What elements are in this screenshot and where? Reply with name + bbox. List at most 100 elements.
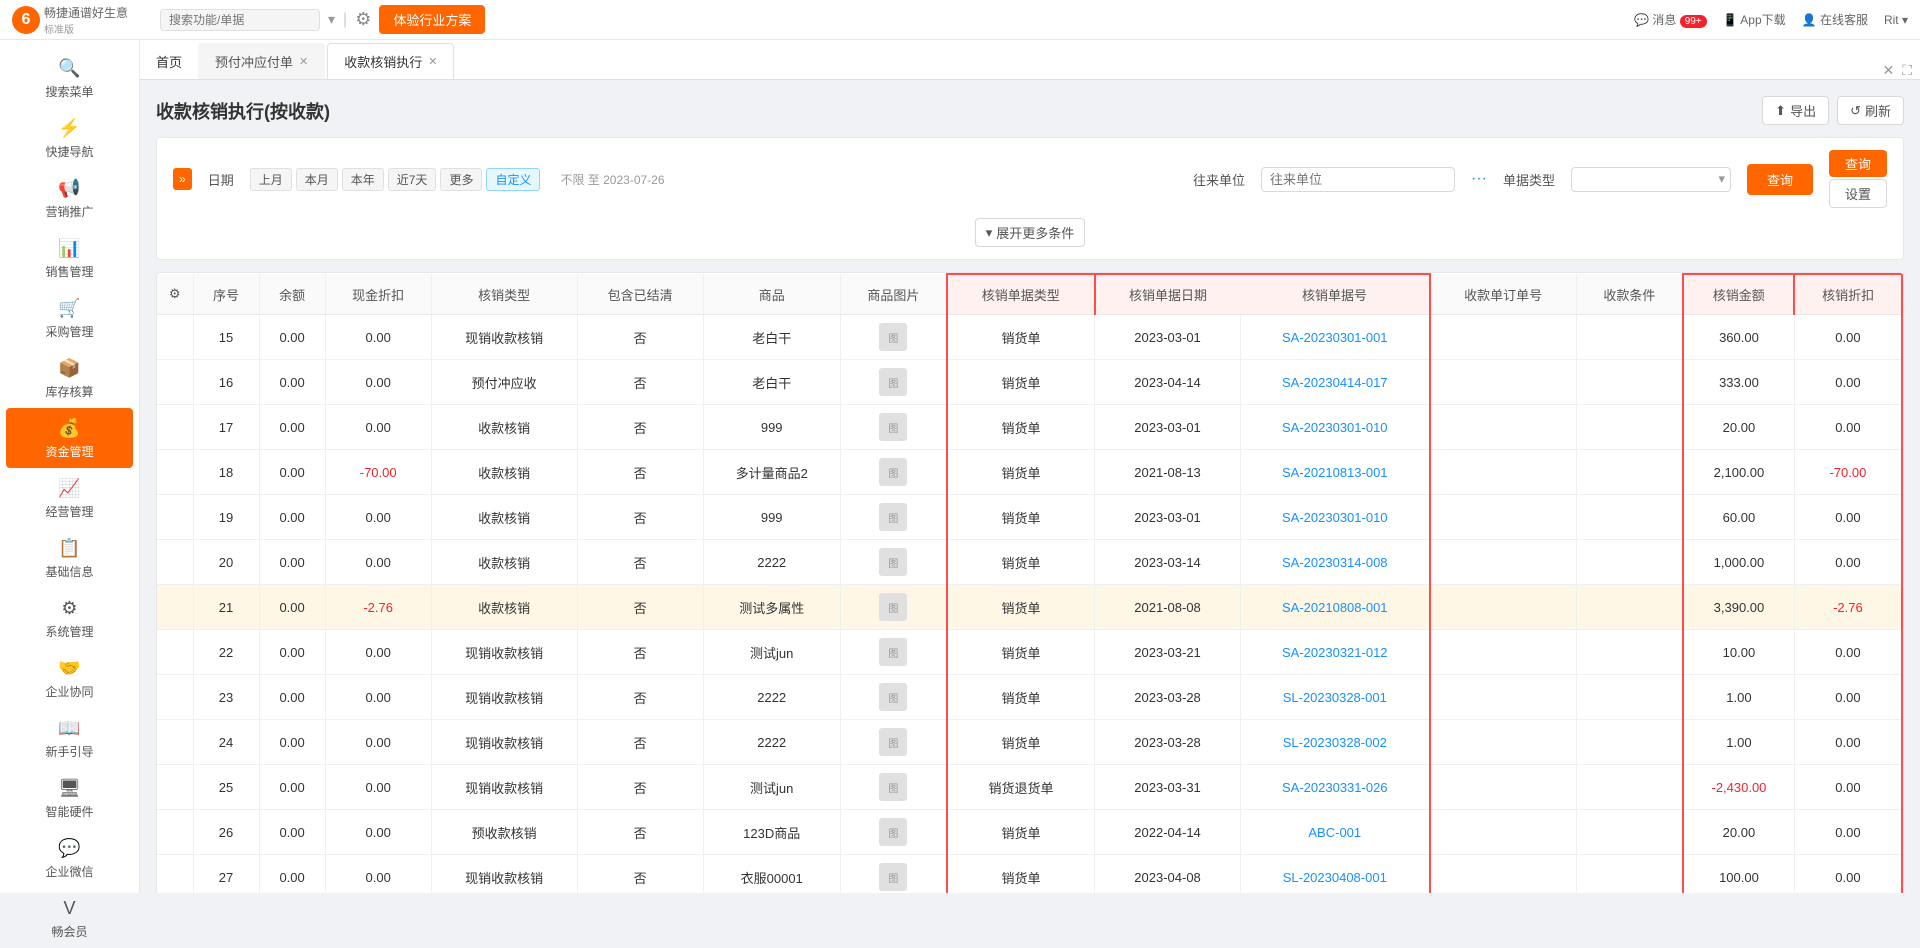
date-btn-7days[interactable]: 近7天 [388,168,437,191]
message-label: 消息 [1652,13,1676,27]
row-bill-no[interactable]: SA-20230331-026 [1241,765,1430,810]
wechat-icon: 💬 [58,838,80,859]
row-verify-amount: 360.00 [1683,315,1794,360]
sidebar-label-system: 系统管理 [45,623,93,640]
row-balance: 0.00 [259,630,325,675]
row-bill-no[interactable]: ABC-001 [1241,810,1430,855]
row-select-cell [157,495,193,540]
user-menu[interactable]: Rit ▾ [1884,13,1908,27]
row-settled: 否 [577,360,703,405]
settings-icon[interactable]: ⚙ [355,9,371,30]
filter-collapse-btn[interactable]: » [173,168,192,190]
sidebar-item-guide[interactable]: 📖 新手引导 [0,708,139,768]
row-verify-type: 预付冲应收 [431,360,577,405]
row-settled: 否 [577,810,703,855]
sidebar-item-system[interactable]: ⚙ 系统管理 [0,588,139,648]
row-settled: 否 [577,720,703,765]
goods-img-cell: 图 [840,450,947,495]
table-row: 19 0.00 0.00 收款核销 否 999 图 销货单 2023-03-01… [157,495,1902,540]
row-bill-no[interactable]: SA-20210808-001 [1241,585,1430,630]
date-btn-this-year[interactable]: 本年 [342,168,384,191]
bill-type-label: 单据类型 [1503,170,1555,189]
th-cash-discount: 现金折扣 [325,274,431,315]
sidebar-item-member[interactable]: V 畅会员 [0,888,139,948]
refresh-btn[interactable]: ↺ 刷新 [1837,96,1904,125]
query-btn[interactable]: 查询 [1747,164,1813,195]
system-icon: ⚙ [61,598,77,619]
tab-close-all-icon[interactable]: ✕ [1882,62,1894,79]
sidebar-item-sales[interactable]: 📊 销售管理 [0,228,139,288]
sidebar-item-shortcut[interactable]: ⚡ 快捷导航 [0,108,139,168]
sidebar-item-finance[interactable]: 💰 资金管理 [6,408,133,468]
row-bill-no[interactable]: SA-20230301-001 [1241,315,1430,360]
row-bill-no[interactable]: SA-20230414-017 [1241,360,1430,405]
expand-label: 展开更多条件 [996,223,1074,242]
tab-home[interactable]: 首页 [140,43,198,79]
export-label: 导出 [1790,101,1816,120]
tab-prepayment-close[interactable]: ✕ [299,55,308,68]
sidebar-item-purchase[interactable]: 🛒 采购管理 [0,288,139,348]
app-download-btn[interactable]: 📱 App下载 [1723,11,1786,28]
row-balance: 0.00 [259,675,325,720]
setting-btn[interactable]: 设置 [1829,179,1887,208]
sidebar-item-inventory[interactable]: 📦 库存核算 [0,348,139,408]
row-bill-date: 2021-08-08 [1095,585,1241,630]
date-btn-last-month[interactable]: 上月 [250,168,292,191]
row-verify-type: 现销收款核销 [431,315,577,360]
row-receipt-cond [1576,585,1683,630]
row-verify-discount: 0.00 [1794,630,1902,675]
partner-more-icon[interactable]: ··· [1471,170,1487,188]
row-goods: 测试jun [703,765,840,810]
row-select-cell [157,450,193,495]
row-goods: 多计量商品2 [703,450,840,495]
sidebar-item-marketing[interactable]: 📢 营销推广 [0,168,139,228]
tab-expand-icon[interactable]: ⛶ [1902,62,1912,79]
row-bill-date: 2023-04-08 [1095,855,1241,894]
sidebar-item-collab[interactable]: 🤝 企业协同 [0,648,139,708]
bill-type-select[interactable] [1571,167,1731,192]
date-btn-custom[interactable]: 自定义 [486,168,540,191]
sidebar-item-hardware[interactable]: 🖥 智能硬件 [0,768,139,828]
date-btn-more[interactable]: 更多 [440,168,482,191]
sidebar-label-purchase: 采购管理 [45,323,93,340]
message-btn[interactable]: 💬 消息 99+ [1634,11,1707,28]
row-bill-no[interactable]: SA-20230301-010 [1241,495,1430,540]
query-btn-2[interactable]: 查询 [1829,150,1887,177]
row-verify-type: 预收款核销 [431,810,577,855]
row-bill-no[interactable]: SA-20210813-001 [1241,450,1430,495]
row-bill-no[interactable]: SA-20230314-008 [1241,540,1430,585]
sidebar-item-operation[interactable]: 📈 经营管理 [0,468,139,528]
tab-prepayment[interactable]: 预付冲应付单 ✕ [198,43,325,79]
tab-verify[interactable]: 收款核销执行 ✕ [327,43,454,79]
tab-verify-close[interactable]: ✕ [428,55,437,68]
th-receipt-order: 收款单订单号 [1430,274,1577,315]
row-bill-no[interactable]: SL-20230328-002 [1241,720,1430,765]
solution-btn[interactable]: 体验行业方案 [379,5,485,34]
row-verify-discount: 0.00 [1794,765,1902,810]
row-verify-amount: 1,000.00 [1683,540,1794,585]
row-verify-amount: 2,100.00 [1683,450,1794,495]
export-btn[interactable]: ⬆ 导出 [1762,96,1829,125]
sidebar-item-wechat[interactable]: 💬 企业微信 [0,828,139,888]
th-no: 序号 [193,274,259,315]
row-bill-type: 销货单 [947,675,1095,720]
row-select-cell [157,630,193,675]
row-select-cell [157,765,193,810]
online-service-btn[interactable]: 👤 在线客服 [1802,11,1868,28]
partner-input[interactable] [1261,167,1455,192]
row-bill-no[interactable]: SL-20230408-001 [1241,855,1430,894]
row-bill-no[interactable]: SL-20230328-001 [1241,675,1430,720]
expand-conditions-btn[interactable]: ▾ 展开更多条件 [975,218,1086,247]
sidebar-item-search[interactable]: 🔍 搜索菜单 [0,48,139,108]
row-bill-no[interactable]: SA-20230301-010 [1241,405,1430,450]
global-search-input[interactable] [160,9,320,31]
row-receipt-cond [1576,630,1683,675]
sidebar-item-basic[interactable]: 📋 基础信息 [0,528,139,588]
th-bill-type: 核销单据类型 [947,274,1095,315]
th-verify-type: 核销类型 [431,274,577,315]
date-btn-this-month[interactable]: 本月 [296,168,338,191]
row-verify-type: 收款核销 [431,495,577,540]
row-select-cell [157,855,193,894]
row-bill-no[interactable]: SA-20230321-012 [1241,630,1430,675]
row-cash-discount: -2.76 [325,585,431,630]
